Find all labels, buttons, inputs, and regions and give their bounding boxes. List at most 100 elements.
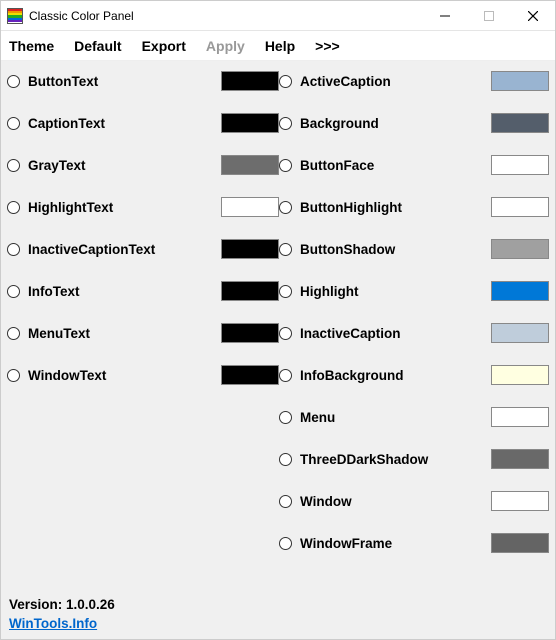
color-item-activecaption: ActiveCaption (279, 71, 549, 91)
swatch-windowtext[interactable] (221, 365, 279, 385)
menubar: Theme Default Export Apply Help >>> (1, 31, 555, 61)
menu-theme[interactable]: Theme (9, 38, 54, 54)
color-item-highlighttext: HighlightText (7, 197, 279, 217)
menu-export[interactable]: Export (142, 38, 186, 54)
menu-help[interactable]: Help (265, 38, 295, 54)
label-background: Background (300, 116, 485, 131)
label-infobackground: InfoBackground (300, 368, 485, 383)
color-item-menutext: MenuText (7, 323, 279, 343)
radio-background[interactable] (279, 117, 292, 130)
radio-window[interactable] (279, 495, 292, 508)
radio-inactivecaptiontext[interactable] (7, 243, 20, 256)
label-highlighttext: HighlightText (28, 200, 215, 215)
app-window: Classic Color Panel Theme Default Export… (0, 0, 556, 640)
radio-highlighttext[interactable] (7, 201, 20, 214)
radio-windowtext[interactable] (7, 369, 20, 382)
swatch-inactivecaption[interactable] (491, 323, 549, 343)
radio-infotext[interactable] (7, 285, 20, 298)
maximize-button (467, 1, 511, 31)
label-buttonshadow: ButtonShadow (300, 242, 485, 257)
radio-highlight[interactable] (279, 285, 292, 298)
radio-menutext[interactable] (7, 327, 20, 340)
radio-graytext[interactable] (7, 159, 20, 172)
menu-default[interactable]: Default (74, 38, 121, 54)
color-item-captiontext: CaptionText (7, 113, 279, 133)
website-link[interactable]: WinTools.Info (9, 616, 115, 631)
color-item-buttonshadow: ButtonShadow (279, 239, 549, 259)
swatch-threeddarkshadow[interactable] (491, 449, 549, 469)
color-item-window: Window (279, 491, 549, 511)
swatch-highlight[interactable] (491, 281, 549, 301)
color-item-menu: Menu (279, 407, 549, 427)
window-title: Classic Color Panel (29, 9, 134, 23)
color-item-threeddarkshadow: ThreeDDarkShadow (279, 449, 549, 469)
swatch-menutext[interactable] (221, 323, 279, 343)
swatch-inactivecaptiontext[interactable] (221, 239, 279, 259)
minimize-button[interactable] (423, 1, 467, 31)
label-menutext: MenuText (28, 326, 215, 341)
swatch-windowframe[interactable] (491, 533, 549, 553)
radio-windowframe[interactable] (279, 537, 292, 550)
label-windowtext: WindowText (28, 368, 215, 383)
swatch-menu[interactable] (491, 407, 549, 427)
swatch-graytext[interactable] (221, 155, 279, 175)
swatch-activecaption[interactable] (491, 71, 549, 91)
label-menu: Menu (300, 410, 485, 425)
label-highlight: Highlight (300, 284, 485, 299)
radio-captiontext[interactable] (7, 117, 20, 130)
label-captiontext: CaptionText (28, 116, 215, 131)
label-window: Window (300, 494, 485, 509)
label-activecaption: ActiveCaption (300, 74, 485, 89)
color-item-windowtext: WindowText (7, 365, 279, 385)
radio-buttonface[interactable] (279, 159, 292, 172)
close-button[interactable] (511, 1, 555, 31)
label-inactivecaption: InactiveCaption (300, 326, 485, 341)
radio-menu[interactable] (279, 411, 292, 424)
swatch-buttonface[interactable] (491, 155, 549, 175)
swatch-buttonhighlight[interactable] (491, 197, 549, 217)
version-label: Version: 1.0.0.26 (9, 597, 115, 612)
label-buttonhighlight: ButtonHighlight (300, 200, 485, 215)
swatch-background[interactable] (491, 113, 549, 133)
label-buttonface: ButtonFace (300, 158, 485, 173)
radio-buttonshadow[interactable] (279, 243, 292, 256)
left-column: ButtonText CaptionText GrayText HighlightTe… (7, 67, 279, 631)
radio-buttontext[interactable] (7, 75, 20, 88)
swatch-captiontext[interactable] (221, 113, 279, 133)
color-item-highlight: Highlight (279, 281, 549, 301)
color-item-buttonface: ButtonFace (279, 155, 549, 175)
color-item-buttontext: ButtonText (7, 71, 279, 91)
radio-activecaption[interactable] (279, 75, 292, 88)
color-item-inactivecaption: InactiveCaption (279, 323, 549, 343)
color-item-infobackground: InfoBackground (279, 365, 549, 385)
swatch-infotext[interactable] (221, 281, 279, 301)
label-threeddarkshadow: ThreeDDarkShadow (300, 452, 485, 467)
radio-infobackground[interactable] (279, 369, 292, 382)
swatch-window[interactable] (491, 491, 549, 511)
right-column: ActiveCaption Background ButtonFace ButtonH… (279, 67, 549, 631)
swatch-buttontext[interactable] (221, 71, 279, 91)
app-icon (7, 8, 23, 24)
label-inactivecaptiontext: InactiveCaptionText (28, 242, 215, 257)
radio-inactivecaption[interactable] (279, 327, 292, 340)
label-buttontext: ButtonText (28, 74, 215, 89)
label-infotext: InfoText (28, 284, 215, 299)
radio-threeddarkshadow[interactable] (279, 453, 292, 466)
content-area: ButtonText CaptionText GrayText HighlightTe… (1, 61, 555, 639)
swatch-highlighttext[interactable] (221, 197, 279, 217)
color-item-buttonhighlight: ButtonHighlight (279, 197, 549, 217)
color-item-graytext: GrayText (7, 155, 279, 175)
titlebar[interactable]: Classic Color Panel (1, 1, 555, 31)
label-windowframe: WindowFrame (300, 536, 485, 551)
menu-apply[interactable]: Apply (206, 38, 245, 54)
label-graytext: GrayText (28, 158, 215, 173)
swatch-infobackground[interactable] (491, 365, 549, 385)
footer: Version: 1.0.0.26 WinTools.Info (9, 597, 115, 631)
swatch-buttonshadow[interactable] (491, 239, 549, 259)
menu-more[interactable]: >>> (315, 38, 340, 54)
radio-buttonhighlight[interactable] (279, 201, 292, 214)
color-item-infotext: InfoText (7, 281, 279, 301)
color-item-windowframe: WindowFrame (279, 533, 549, 553)
color-item-inactivecaptiontext: InactiveCaptionText (7, 239, 279, 259)
color-item-background: Background (279, 113, 549, 133)
